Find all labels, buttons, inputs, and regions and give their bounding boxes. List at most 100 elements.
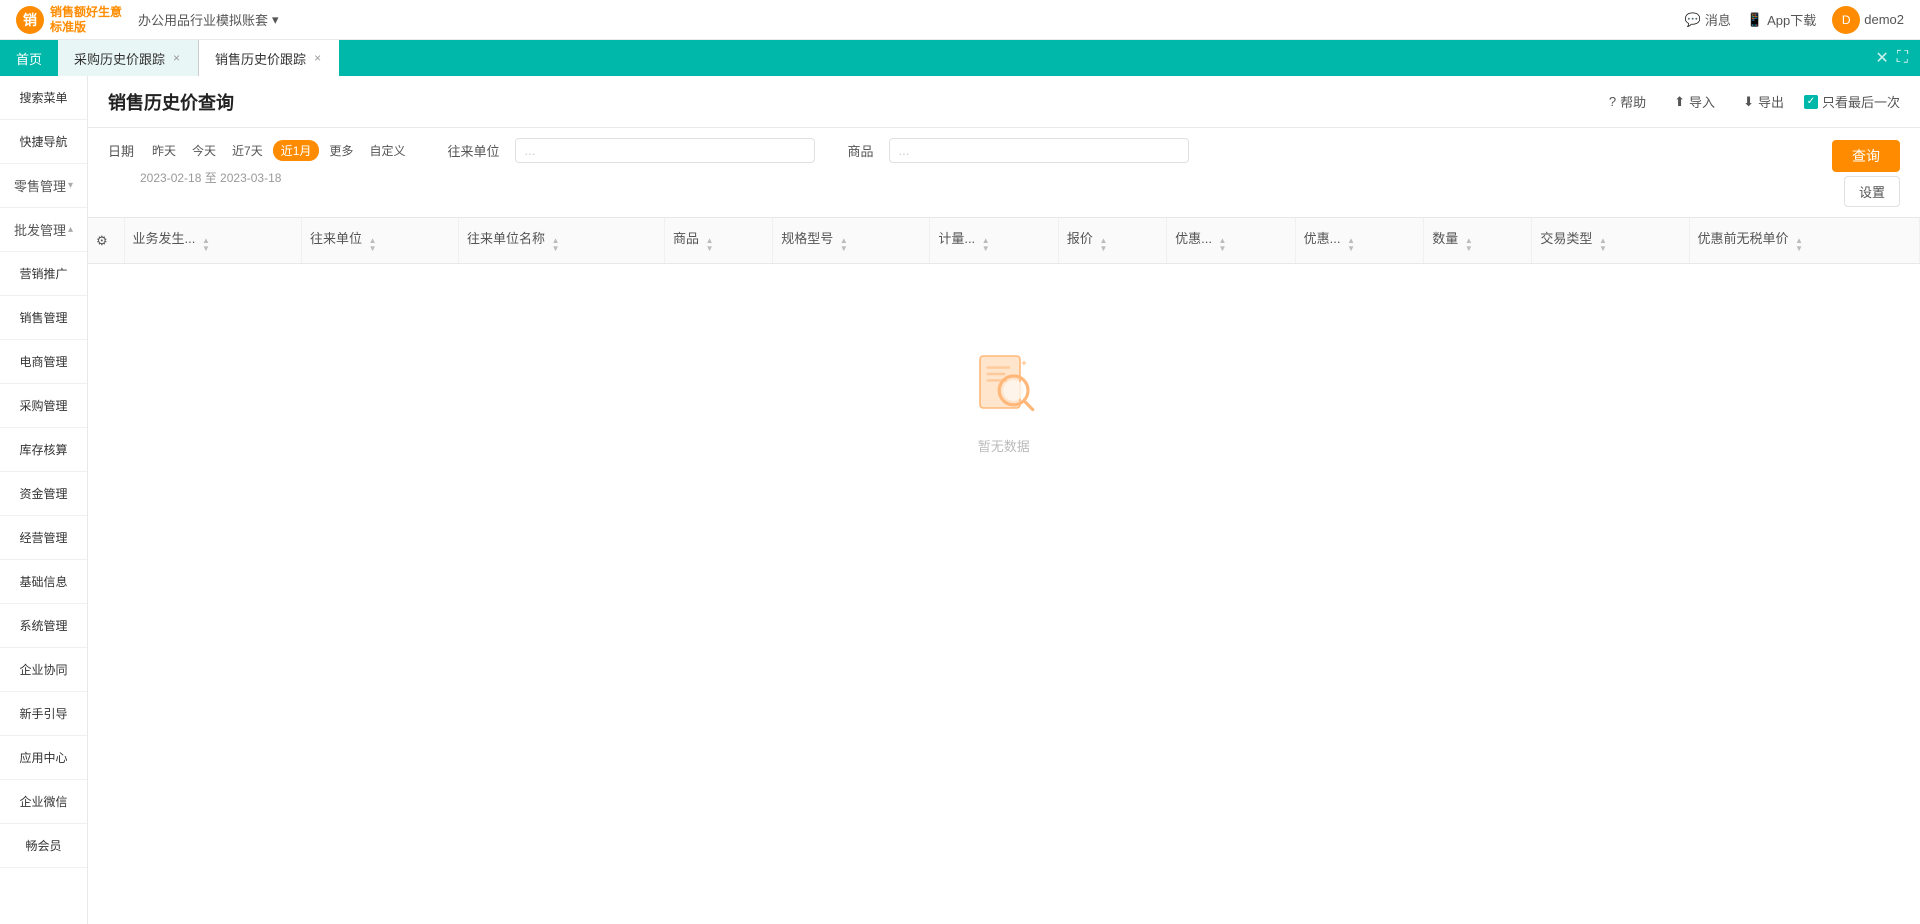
empty-text: 暂无数据 xyxy=(978,436,1030,455)
table-body: ✦ 暂无数据 xyxy=(88,264,1920,536)
sidebar-basic-info-label: 基础信息 xyxy=(19,573,67,590)
sidebar-purchase-label: 采购管理 xyxy=(19,397,67,414)
sidebar-item-wechat[interactable]: 企业微信 xyxy=(0,780,87,824)
table-container: ⚙ 业务发生... ▲▼ 往来单位 ▲▼ 往来单位名称 ▲▼ xyxy=(88,218,1920,924)
help-label: 帮助 xyxy=(1620,92,1646,111)
help-btn[interactable]: ? 帮助 xyxy=(1601,88,1654,115)
sidebar-item-ecommerce[interactable]: 电商管理 xyxy=(0,340,87,384)
tab-sales-history[interactable]: 销售历史价跟踪 × xyxy=(199,40,339,76)
sidebar-guide-label: 新手引导 xyxy=(19,705,67,722)
sidebar-item-app-center[interactable]: 应用中心 xyxy=(0,736,87,780)
sidebar: 搜索菜单 快捷导航 零售管理 ▾ 批发管理 ▴ 营销推广 销售管理 电商管理 采… xyxy=(0,76,88,924)
query-button[interactable]: 查询 xyxy=(1832,140,1900,172)
date-btn-today[interactable]: 今天 xyxy=(186,140,222,161)
filter-inputs-row1: 往来单位 ... 商品 ... xyxy=(423,138,1820,163)
filter-action-buttons: 查询 设置 xyxy=(1832,138,1900,207)
filter-section: 日期 昨天 今天 近7天 近1月 更多 自定义 往来单位 ... xyxy=(88,128,1920,218)
tab-sales-close[interactable]: × xyxy=(312,51,323,65)
tab-close-all-icon[interactable]: ✕ xyxy=(1875,48,1888,68)
empty-state: ✦ 暂无数据 xyxy=(88,264,1920,535)
sidebar-ecommerce-label: 电商管理 xyxy=(19,353,67,370)
sidebar-item-sales-mgmt[interactable]: 销售管理 xyxy=(0,296,87,340)
sidebar-sales-mgmt-label: 销售管理 xyxy=(19,309,67,326)
sort-arrows-trade-type: ▲▼ xyxy=(1599,237,1607,253)
tab-fullscreen-icon[interactable]: ⛶ xyxy=(1897,49,1908,67)
th-trade-type[interactable]: 交易类型 ▲▼ xyxy=(1532,218,1689,264)
user-menu[interactable]: D demo2 xyxy=(1832,6,1904,34)
sort-arrows-quantity: ▲▼ xyxy=(1465,237,1473,253)
svg-text:✦: ✦ xyxy=(1020,358,1028,369)
workspace-selector[interactable]: 办公用品行业模拟账套 ▾ xyxy=(130,6,287,33)
sidebar-item-inventory[interactable]: 库存核算 xyxy=(0,428,87,472)
th-quantity[interactable]: 数量 ▲▼ xyxy=(1424,218,1532,264)
date-btn-7days[interactable]: 近7天 xyxy=(226,140,269,161)
sidebar-item-system[interactable]: 系统管理 xyxy=(0,604,87,648)
phone-icon: 📱 xyxy=(1747,12,1763,28)
sidebar-item-vip[interactable]: 畅会员 xyxy=(0,824,87,868)
th-pretax-price[interactable]: 优惠前无税单价 ▲▼ xyxy=(1689,218,1919,264)
show-last-only-checkbox[interactable]: ✓ 只看最后一次 xyxy=(1804,92,1900,111)
sidebar-item-quick-nav[interactable]: 快捷导航 xyxy=(0,120,87,164)
tab-home[interactable]: 首页 xyxy=(0,40,58,76)
settings-icon: ⚙ xyxy=(96,233,108,248)
sidebar-item-retail[interactable]: 零售管理 ▾ xyxy=(0,164,87,208)
th-settings[interactable]: ⚙ xyxy=(88,218,124,264)
tab-purchase-history[interactable]: 采购历史价跟踪 × xyxy=(58,40,199,76)
tab-purchase-close[interactable]: × xyxy=(171,51,182,65)
chevron-icon: ▾ xyxy=(68,180,73,191)
sidebar-item-marketing[interactable]: 营销推广 xyxy=(0,252,87,296)
date-btn-1month[interactable]: 近1月 xyxy=(273,140,320,161)
th-unit[interactable]: 计量... ▲▼ xyxy=(930,218,1059,264)
chevron-icon: ▴ xyxy=(68,224,73,235)
sidebar-item-search[interactable]: 搜索菜单 xyxy=(0,76,87,120)
message-action[interactable]: 💬 消息 xyxy=(1685,10,1731,29)
date-btn-more[interactable]: 更多 xyxy=(323,140,359,161)
filter-left: 日期 昨天 今天 近7天 近1月 更多 自定义 往来单位 ... xyxy=(108,138,1820,186)
th-biz-date[interactable]: 业务发生... ▲▼ xyxy=(124,218,301,264)
export-btn[interactable]: ⬇ 导出 xyxy=(1735,88,1792,115)
page-title-row: 销售历史价查询 ? 帮助 ⬆ 导入 ⬇ 导出 ✓ xyxy=(108,88,1900,115)
goods-label: 商品 xyxy=(847,141,873,160)
sidebar-item-basic-info[interactable]: 基础信息 xyxy=(0,560,87,604)
sidebar-system-label: 系统管理 xyxy=(19,617,67,634)
sidebar-item-purchase[interactable]: 采购管理 xyxy=(0,384,87,428)
show-last-only-label: 只看最后一次 xyxy=(1822,92,1900,111)
top-header: 销 销售额好生意 标准版 办公用品行业模拟账套 ▾ 💬 消息 📱 App下载 D… xyxy=(0,0,1920,40)
th-goods[interactable]: 商品 ▲▼ xyxy=(665,218,773,264)
party-select[interactable]: ... xyxy=(515,138,815,163)
tab-sales-label: 销售历史价跟踪 xyxy=(215,49,306,68)
party-select-value: ... xyxy=(524,143,535,158)
sort-arrows-biz-date: ▲▼ xyxy=(202,237,210,253)
content-area: 销售历史价查询 ? 帮助 ⬆ 导入 ⬇ 导出 ✓ xyxy=(88,76,1920,924)
sidebar-item-wholesale[interactable]: 批发管理 ▴ xyxy=(0,208,87,252)
sidebar-enterprise-label: 企业协同 xyxy=(19,661,67,678)
import-btn[interactable]: ⬆ 导入 xyxy=(1666,88,1723,115)
app-download-action[interactable]: 📱 App下载 xyxy=(1747,10,1816,29)
th-discount1[interactable]: 优惠... ▲▼ xyxy=(1167,218,1296,264)
th-quote[interactable]: 报价 ▲▼ xyxy=(1058,218,1166,264)
sidebar-item-operations[interactable]: 经营管理 xyxy=(0,516,87,560)
date-btn-custom[interactable]: 自定义 xyxy=(363,140,411,161)
date-range-row: 2023-02-18 至 2023-03-18 xyxy=(108,169,1820,186)
sidebar-item-guide[interactable]: 新手引导 xyxy=(0,692,87,736)
date-btn-yesterday[interactable]: 昨天 xyxy=(146,140,182,161)
page-actions: ? 帮助 ⬆ 导入 ⬇ 导出 ✓ 只看最后一次 xyxy=(1601,88,1900,115)
app-download-label: App下载 xyxy=(1767,10,1816,29)
sort-arrows-party-code: ▲▼ xyxy=(369,237,377,253)
party-label: 往来单位 xyxy=(447,141,499,160)
sidebar-item-enterprise[interactable]: 企业协同 xyxy=(0,648,87,692)
sort-arrows-quote: ▲▼ xyxy=(1100,237,1108,253)
sidebar-marketing-label: 营销推广 xyxy=(19,265,67,282)
th-spec[interactable]: 规格型号 ▲▼ xyxy=(773,218,930,264)
sidebar-search-label: 搜索菜单 xyxy=(19,89,67,106)
th-discount2[interactable]: 优惠... ▲▼ xyxy=(1295,218,1424,264)
logo-text: 销售额好生意 标准版 xyxy=(50,5,122,34)
th-party-code[interactable]: 往来单位 ▲▼ xyxy=(301,218,458,264)
settings-button[interactable]: 设置 xyxy=(1844,176,1900,207)
goods-select[interactable]: ... xyxy=(889,138,1189,163)
sidebar-item-finance[interactable]: 资金管理 xyxy=(0,472,87,516)
workspace-label: 办公用品行业模拟账套 xyxy=(138,10,268,29)
th-party-name[interactable]: 往来单位名称 ▲▼ xyxy=(459,218,665,264)
export-icon: ⬇ xyxy=(1743,94,1754,110)
logo-area: 销 销售额好生意 标准版 xyxy=(16,5,122,34)
